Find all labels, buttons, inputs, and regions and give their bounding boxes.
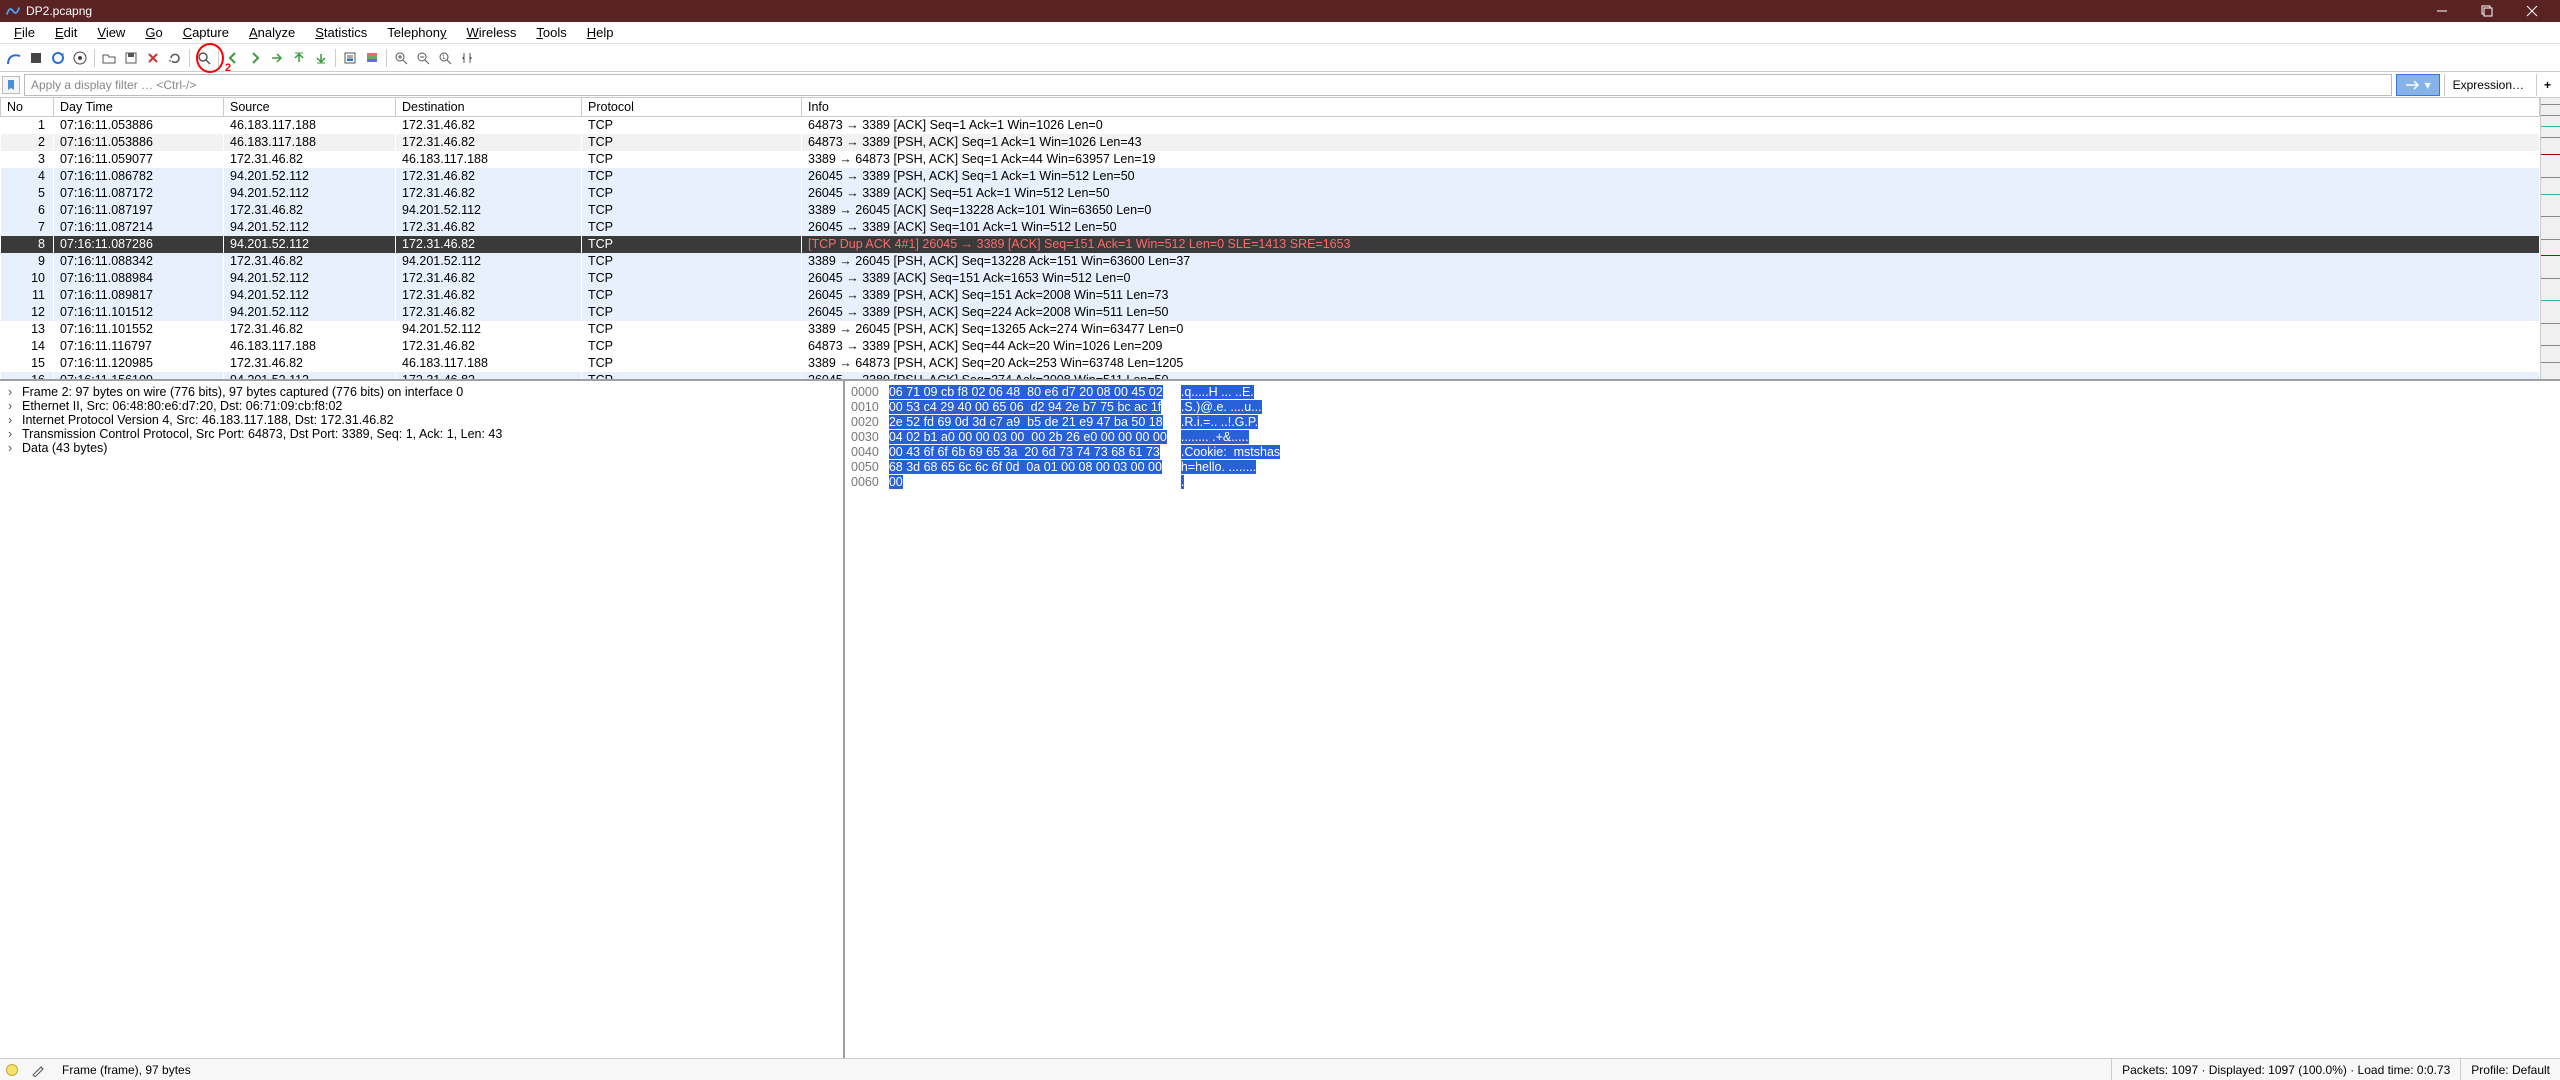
capture-options-icon[interactable] — [70, 48, 90, 68]
table-row[interactable]: 907:16:11.088342172.31.46.8294.201.52.11… — [1, 253, 2540, 270]
table-row[interactable]: 307:16:11.059077172.31.46.8246.183.117.1… — [1, 151, 2540, 168]
expert-info-led[interactable] — [6, 1064, 18, 1076]
dropdown-caret-icon: ▾ — [2425, 78, 2431, 92]
table-row[interactable]: 1107:16:11.08981794.201.52.112172.31.46.… — [1, 287, 2540, 304]
col-header-info[interactable]: Info — [802, 98, 2540, 117]
close-button[interactable] — [2509, 0, 2554, 22]
reload-icon[interactable] — [165, 48, 185, 68]
separator — [218, 49, 219, 67]
detail-line[interactable]: Frame 2: 97 bytes on wire (776 bits), 97… — [8, 385, 835, 399]
colorize-icon[interactable] — [362, 48, 382, 68]
separator — [94, 49, 95, 67]
detail-line[interactable]: Ethernet II, Src: 06:48:80:e6:d7:20, Dst… — [8, 399, 835, 413]
start-capture-icon[interactable] — [4, 48, 24, 68]
packet-details-pane[interactable]: Frame 2: 97 bytes on wire (776 bits), 97… — [0, 381, 845, 1058]
separator — [335, 49, 336, 67]
col-header-source[interactable]: Source — [224, 98, 396, 117]
table-row[interactable]: 407:16:11.08678294.201.52.112172.31.46.8… — [1, 168, 2540, 185]
display-filter-input[interactable] — [24, 74, 2392, 96]
menu-bar: File Edit View Go Capture Analyze Statis… — [0, 22, 2560, 44]
minimize-button[interactable] — [2419, 0, 2464, 22]
resize-columns-icon[interactable] — [457, 48, 477, 68]
find-packet-icon[interactable] — [194, 48, 214, 68]
status-frame-info: Frame (frame), 97 bytes — [62, 1063, 191, 1077]
toolbar: 2 1 — [0, 44, 2560, 72]
table-row[interactable]: 1007:16:11.08898494.201.52.112172.31.46.… — [1, 270, 2540, 287]
edit-preferences-icon[interactable] — [30, 1062, 46, 1078]
save-file-icon[interactable] — [121, 48, 141, 68]
table-row[interactable]: 507:16:11.08717294.201.52.112172.31.46.8… — [1, 185, 2540, 202]
col-header-no[interactable]: No — [1, 98, 54, 117]
packet-table: No Day Time Source Destination Protocol … — [0, 98, 2540, 379]
stop-capture-icon[interactable] — [26, 48, 46, 68]
auto-scroll-icon[interactable] — [340, 48, 360, 68]
detail-line[interactable]: Data (43 bytes) — [8, 441, 835, 455]
menu-statistics[interactable]: Statistics — [305, 23, 377, 42]
go-to-packet-icon[interactable] — [267, 48, 287, 68]
table-row[interactable]: 1607:16:11.15610994.201.52.112172.31.46.… — [1, 372, 2540, 380]
table-row[interactable]: 707:16:11.08721494.201.52.112172.31.46.8… — [1, 219, 2540, 236]
packet-bytes-pane[interactable]: 0000001000200030004000500060 06 71 09 cb… — [845, 381, 2560, 1058]
go-last-icon[interactable] — [311, 48, 331, 68]
menu-view[interactable]: View — [87, 23, 135, 42]
close-file-icon[interactable] — [143, 48, 163, 68]
menu-analyze[interactable]: Analyze — [239, 23, 305, 42]
status-packets: Packets: 1097 · Displayed: 1097 (100.0%)… — [2111, 1059, 2460, 1080]
col-header-destination[interactable]: Destination — [396, 98, 582, 117]
col-header-protocol[interactable]: Protocol — [582, 98, 802, 117]
packet-table-scroll[interactable]: No Day Time Source Destination Protocol … — [0, 98, 2540, 379]
menu-go[interactable]: Go — [135, 23, 172, 42]
table-row[interactable]: 107:16:11.05388646.183.117.188172.31.46.… — [1, 117, 2540, 134]
wireshark-icon — [6, 4, 20, 18]
separator — [189, 49, 190, 67]
menu-telephony[interactable]: Telephony — [377, 23, 456, 42]
annotation-label: 2 — [225, 62, 231, 74]
menu-wireless[interactable]: Wireless — [457, 23, 527, 42]
packet-minimap[interactable] — [2540, 98, 2560, 379]
table-row[interactable]: 807:16:11.08728694.201.52.112172.31.46.8… — [1, 236, 2540, 253]
menu-file[interactable]: File — [4, 23, 45, 42]
expression-button[interactable]: Expression… — [2444, 74, 2532, 96]
menu-edit[interactable]: Edit — [45, 23, 87, 42]
restart-capture-icon[interactable] — [48, 48, 68, 68]
maximize-button[interactable] — [2464, 0, 2509, 22]
table-row[interactable]: 1407:16:11.11679746.183.117.188172.31.46… — [1, 338, 2540, 355]
apply-filter-button[interactable]: ▾ — [2396, 74, 2440, 96]
zoom-in-icon[interactable] — [391, 48, 411, 68]
filter-bar: ▾ Expression… + — [0, 72, 2560, 98]
table-row[interactable]: 1507:16:11.120985172.31.46.8246.183.117.… — [1, 355, 2540, 372]
table-row[interactable]: 607:16:11.087197172.31.46.8294.201.52.11… — [1, 202, 2540, 219]
svg-text:1: 1 — [442, 55, 446, 61]
bookmark-filter-icon[interactable] — [2, 76, 20, 94]
packet-list-pane: No Day Time Source Destination Protocol … — [0, 98, 2560, 381]
menu-tools[interactable]: Tools — [526, 23, 576, 42]
menu-help[interactable]: Help — [577, 23, 624, 42]
status-bar: Frame (frame), 97 bytes Packets: 1097 · … — [0, 1058, 2560, 1080]
detail-line[interactable]: Transmission Control Protocol, Src Port:… — [8, 427, 835, 441]
separator — [386, 49, 387, 67]
col-header-time[interactable]: Day Time — [54, 98, 224, 117]
go-forward-icon[interactable] — [245, 48, 265, 68]
table-row[interactable]: 1307:16:11.101552172.31.46.8294.201.52.1… — [1, 321, 2540, 338]
lower-panes: Frame 2: 97 bytes on wire (776 bits), 97… — [0, 381, 2560, 1058]
detail-line[interactable]: Internet Protocol Version 4, Src: 46.183… — [8, 413, 835, 427]
zoom-reset-icon[interactable]: 1 — [435, 48, 455, 68]
table-row[interactable]: 207:16:11.05388646.183.117.188172.31.46.… — [1, 134, 2540, 151]
table-row[interactable]: 1207:16:11.10151294.201.52.112172.31.46.… — [1, 304, 2540, 321]
add-filter-button[interactable]: + — [2536, 74, 2558, 96]
title-bar: DP2.pcapng — [0, 0, 2560, 22]
go-first-icon[interactable] — [289, 48, 309, 68]
status-profile[interactable]: Profile: Default — [2460, 1059, 2560, 1080]
window-title: DP2.pcapng — [26, 4, 2419, 18]
menu-capture[interactable]: Capture — [173, 23, 239, 42]
window-controls — [2419, 0, 2554, 22]
open-file-icon[interactable] — [99, 48, 119, 68]
zoom-out-icon[interactable] — [413, 48, 433, 68]
packet-header-row: No Day Time Source Destination Protocol … — [1, 98, 2540, 117]
